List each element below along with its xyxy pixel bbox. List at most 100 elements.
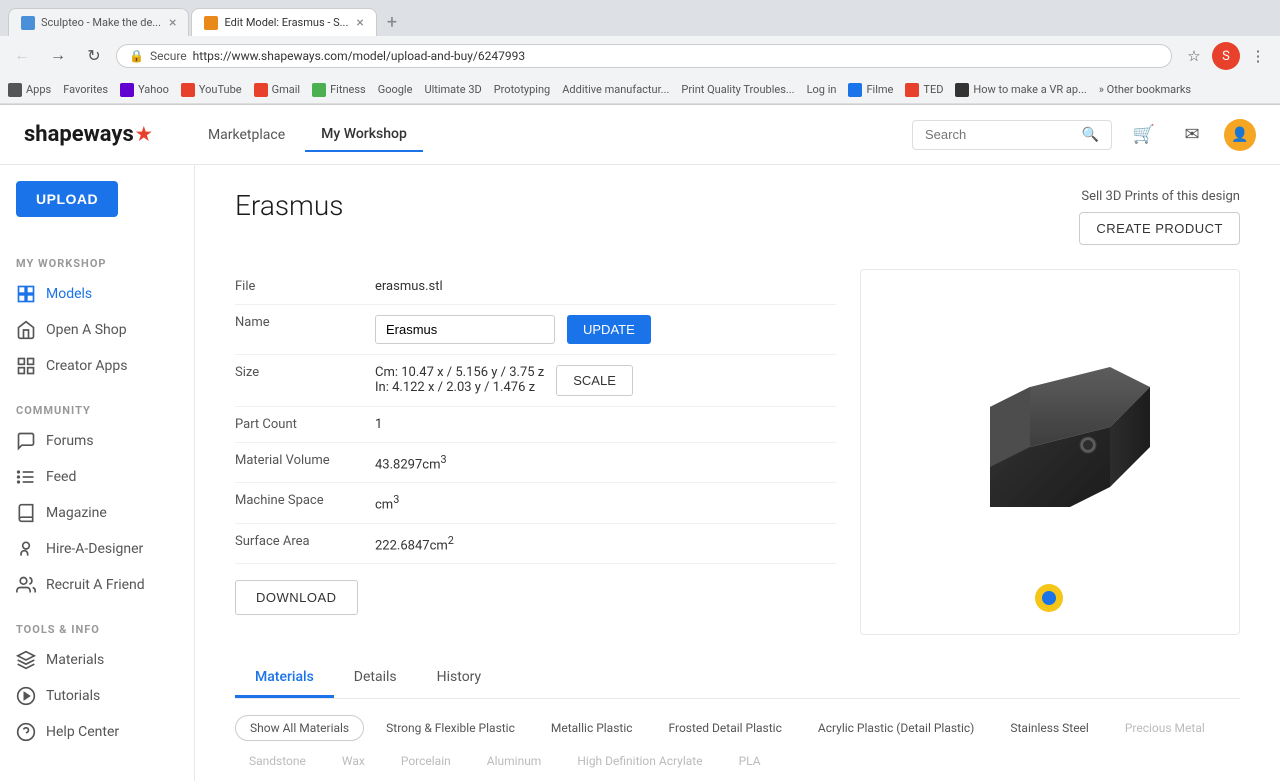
sidebar-item-hire-designer[interactable]: Hire-A-Designer [0,531,194,567]
file-label: File [235,279,375,294]
chip-hd-acrylate[interactable]: High Definition Acrylate [563,749,716,773]
search-box[interactable]: 🔍 [912,120,1112,150]
sidebar-item-models[interactable]: Models [0,276,194,312]
user-avatar[interactable]: 👤 [1224,119,1256,151]
update-button[interactable]: UPDATE [567,315,651,344]
chip-sandstone[interactable]: Sandstone [235,749,320,773]
material-volume-row: Material Volume 43.8297cm3 [235,443,836,483]
browser-tab-new[interactable]: + [379,8,405,36]
sidebar-item-creator-apps[interactable]: Creator Apps [0,348,194,384]
mail-icon[interactable]: ✉ [1176,119,1208,151]
name-input[interactable] [375,315,555,344]
sidebar-item-feed[interactable]: Feed [0,459,194,495]
part-count-value: 1 [375,417,382,432]
bookmark-favorites[interactable]: Favorites [63,83,108,96]
chip-wax[interactable]: Wax [328,749,379,773]
model-preview-box [860,269,1240,635]
bookmark-fitness[interactable]: Fitness [312,83,366,97]
loading-inner-dot [1042,591,1056,605]
bookmark-login[interactable]: Log in [807,83,837,96]
tab-title-1: Sculpteo - Make the de... [41,16,161,29]
download-button[interactable]: DOWNLOAD [235,580,358,615]
tab-history[interactable]: History [417,659,502,698]
search-icon: 🔍 [1082,127,1099,143]
page-title-row: Erasmus Sell 3D Prints of this design CR… [235,189,1240,245]
bookmark-apps[interactable]: Apps [8,83,51,97]
sidebar-section-community: COMMUNITY Forums Feed Magazine Hire-A-De… [0,392,194,603]
browser-tab-1[interactable]: Sculpteo - Make the de... × [8,8,189,36]
sidebar-item-recruit-friend[interactable]: Recruit A Friend [0,567,194,603]
address-bar[interactable]: 🔒 Secure https://www.shapeways.com/model… [116,44,1172,68]
show-all-materials-chip[interactable]: Show All Materials [235,715,364,741]
sidebar-section-title-community: COMMUNITY [0,392,194,423]
bookmark-google[interactable]: Google [378,83,413,96]
sidebar-item-magazine[interactable]: Magazine [0,495,194,531]
site-logo[interactable]: shapeways★ [24,122,152,147]
address-text: https://www.shapeways.com/model/upload-a… [193,49,525,63]
sidebar-item-materials[interactable]: Materials [0,642,194,678]
bookmark-yahoo[interactable]: Yahoo [120,83,169,97]
bookmark-youtube[interactable]: YouTube [181,83,242,97]
size-in: In: 4.122 x / 2.03 y / 1.476 z [375,380,544,395]
bookmark-additive[interactable]: Additive manufactur... [562,83,669,96]
tab-favicon-2 [204,16,218,30]
sidebar-section-tools: TOOLS & INFO Materials Tutorials Help Ce… [0,611,194,750]
profile-icon[interactable]: S [1212,42,1240,70]
tab-close-2[interactable]: × [356,15,363,31]
browser-tab-2[interactable]: Edit Model: Erasmus - S... × [191,8,376,36]
bookmark-ted[interactable]: TED [905,83,943,97]
sidebar-item-open-shop[interactable]: Open A Shop [0,312,194,348]
youtube-icon [181,83,195,97]
chip-porcelain[interactable]: Porcelain [387,749,465,773]
search-input[interactable] [925,127,1074,142]
main-nav: Marketplace My Workshop [192,118,423,152]
sidebar-item-forums[interactable]: Forums [0,423,194,459]
bookmark-icon[interactable]: ☆ [1180,42,1208,70]
chip-pla[interactable]: PLA [725,749,775,773]
bookmark-vr[interactable]: How to make a VR ap... [955,83,1086,97]
secure-label: Secure [150,49,187,63]
menu-icon[interactable]: ⋮ [1244,42,1272,70]
sidebar-label-materials: Materials [46,652,104,668]
loading-outer-dot [1035,584,1063,612]
bookmark-prototyping[interactable]: Prototyping [494,83,551,96]
materials-tabs: Materials Details History [235,659,1240,699]
bookmarks-bar: Apps Favorites Yahoo YouTube Gmail Fitne… [0,76,1280,104]
chip-aluminum[interactable]: Aluminum [473,749,556,773]
surface-area-label: Surface Area [235,534,375,549]
bookmark-print[interactable]: Print Quality Troubles... [681,83,794,96]
back-button[interactable]: ← [8,42,36,70]
tab-details[interactable]: Details [334,659,417,698]
model-layout: File erasmus.stl Name UPDATE Size Cm [235,269,1240,635]
nav-marketplace[interactable]: Marketplace [192,119,301,151]
upload-button[interactable]: UPLOAD [16,181,118,217]
scale-button[interactable]: SCALE [556,365,633,396]
bookmark-more[interactable]: » Other bookmarks [1099,83,1191,96]
size-cm: Cm: 10.47 x / 5.156 y / 3.75 z [375,365,544,380]
bookmark-filme[interactable]: Filme [848,83,893,97]
nav-my-workshop[interactable]: My Workshop [305,118,423,152]
part-count-row: Part Count 1 [235,407,836,443]
ted-icon [905,83,919,97]
logo-star: ★ [136,124,152,145]
create-product-button[interactable]: CREATE PRODUCT [1079,212,1240,245]
sidebar-label-creator-apps: Creator Apps [46,358,128,374]
bookmark-ultimate3d[interactable]: Ultimate 3D [424,83,481,96]
sidebar-item-tutorials[interactable]: Tutorials [0,678,194,714]
size-values: Cm: 10.47 x / 5.156 y / 3.75 z In: 4.122… [375,365,544,395]
name-input-row: UPDATE [375,315,651,344]
tab-materials[interactable]: Materials [235,659,334,698]
sidebar-label-recruit-friend: Recruit A Friend [46,577,145,593]
size-label: Size [235,365,375,380]
feed-icon [16,467,36,487]
sidebar-section-workshop: MY WORKSHOP Models Open A Shop Creator A… [0,245,194,384]
sidebar-item-help[interactable]: Help Center [0,714,194,750]
sell-text: Sell 3D Prints of this design [1079,189,1240,204]
filme-icon [848,83,862,97]
bookmark-gmail[interactable]: Gmail [254,83,300,97]
forward-button[interactable]: → [44,42,72,70]
tab-title-2: Edit Model: Erasmus - S... [224,16,348,29]
refresh-button[interactable]: ↻ [80,42,108,70]
cart-icon[interactable]: 🛒 [1128,119,1160,151]
tab-close-1[interactable]: × [169,15,176,31]
